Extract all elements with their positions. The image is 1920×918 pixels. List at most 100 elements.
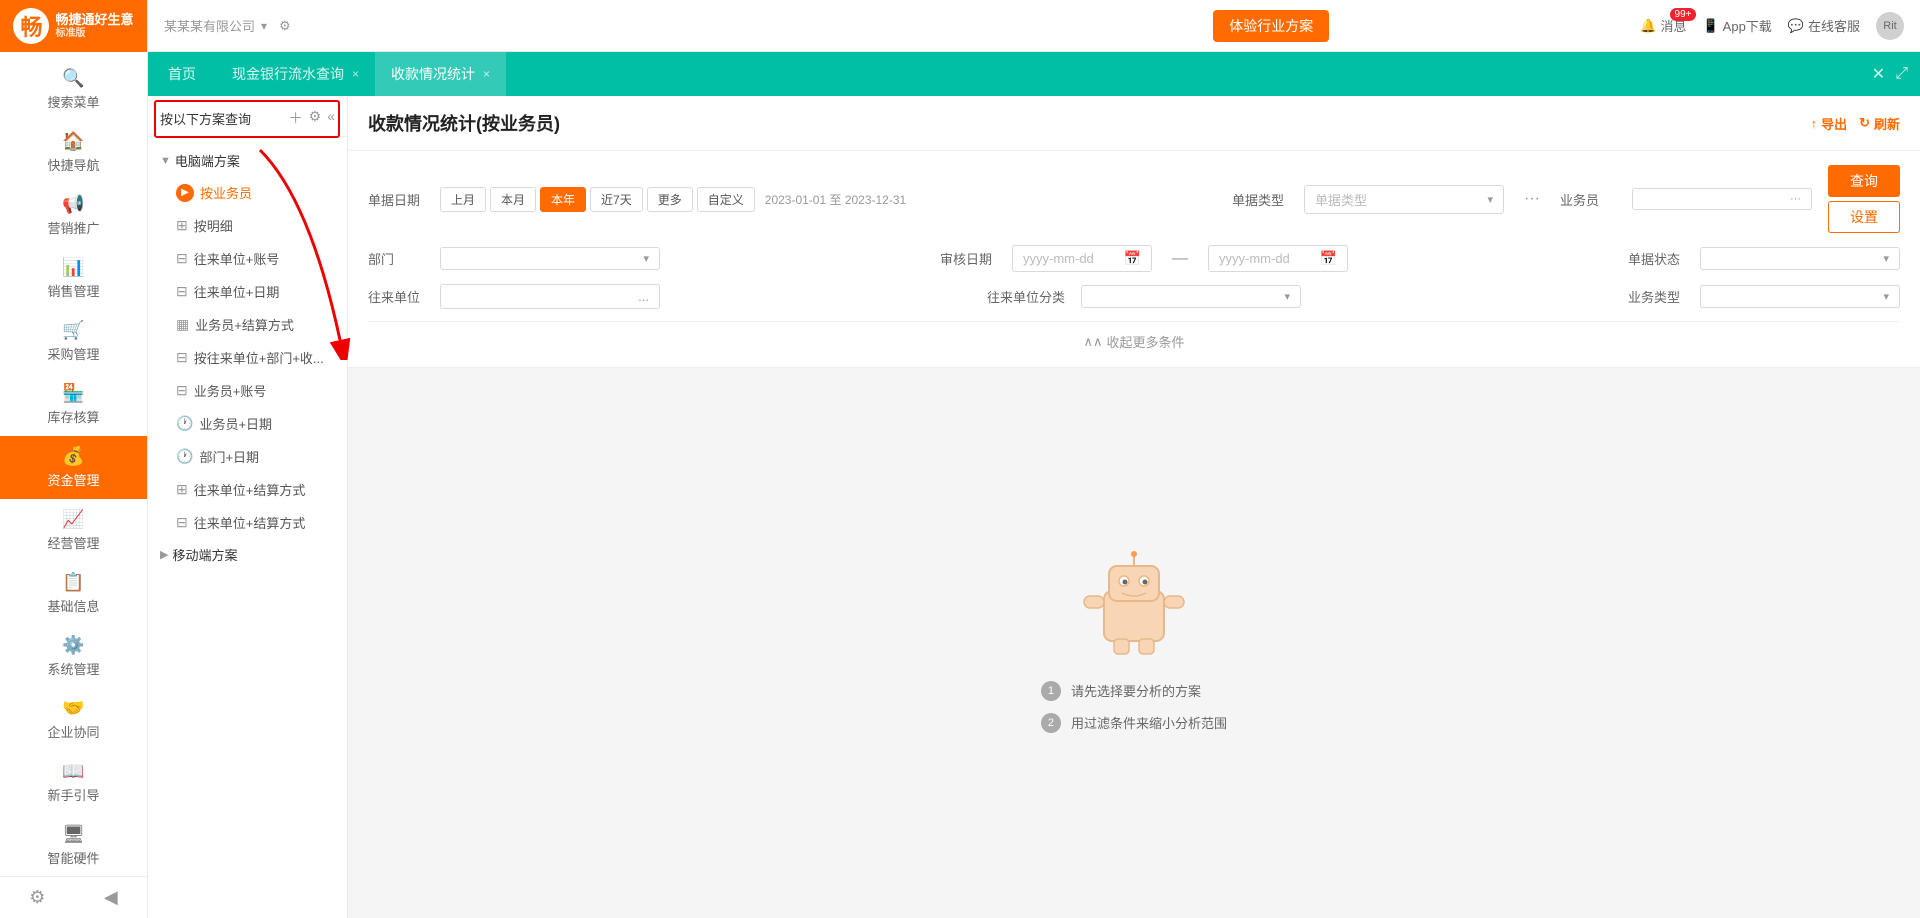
company-dropdown-icon[interactable]: ▾ [261,19,267,33]
sidebar-item-search-menu[interactable]: 🔍 搜索菜单 [0,58,147,121]
date-btn-custom[interactable]: 自定义 [697,187,755,212]
business-type-select[interactable]: ▾ [1700,285,1900,308]
scheme-item-label: 按业务员 [200,183,252,202]
left-panel: 按以下方案查询 ＋ ⚙ « ▼ 电脑端方案 ▶ 按业务员 [148,96,348,918]
scheme-table5-icon: ⊟ [176,514,188,531]
app-download-icon[interactable]: 📱 App下载 [1702,16,1771,35]
document-type-placeholder: 单据类型 [1315,190,1367,209]
online-service-icon[interactable]: 💬 在线客服 [1788,16,1860,35]
date-btn-7days[interactable]: 近7天 [590,187,643,212]
sidebar-item-label: 采购管理 [47,344,99,363]
scheme-item-salesman-settle[interactable]: ▦ 业务员+结算方式 [148,308,347,341]
salesman-select[interactable]: ··· [1632,188,1812,210]
refresh-button[interactable]: ↻ 刷新 [1859,114,1900,133]
sidebar-settings-icon[interactable]: ⚙ [29,887,45,908]
scheme-collapse-icon[interactable]: « [327,108,335,128]
message-icon[interactable]: 🔔 消息 99+ [1640,16,1686,35]
date-btn-this-year[interactable]: 本年 [540,187,586,212]
settings-button[interactable]: 设置 [1828,201,1900,233]
step-1-num: 1 [1041,681,1061,701]
scheme-item-counterpart-dept-collect[interactable]: ⊟ 按往来单位+部门+收... [148,341,347,374]
marketing-icon: 📢 [62,194,84,215]
add-scheme-icon[interactable]: ＋ [289,108,303,128]
pc-scheme-group: ▼ 电脑端方案 ▶ 按业务员 ⊞ 按明细 ⊟ 往来单位+账号 [148,145,347,539]
review-date-to-input[interactable]: yyyy-mm-dd 📅 [1208,245,1348,272]
mobile-scheme-group-title[interactable]: ▶ 移动端方案 [148,539,347,570]
scheme-item-label: 按往来单位+部门+收... [194,348,324,367]
review-date-from-input[interactable]: yyyy-mm-dd 📅 [1012,245,1152,272]
sidebar-item-enterprise[interactable]: 🤝 企业协同 [0,688,147,751]
scheme-item-counterpart-settle[interactable]: ⊞ 往来单位+结算方式 [148,473,347,506]
sidebar-collapse-icon[interactable]: ◀ [104,887,118,908]
document-type-dots[interactable]: ··· [1524,190,1540,208]
document-type-select[interactable]: 单据类型 ▾ [1304,185,1504,214]
scheme-item-label: 按明细 [194,216,233,235]
message-count: 99+ [1670,8,1697,21]
sidebar-item-base-info[interactable]: 📋 基础信息 [0,562,147,625]
tab-receivable-stats[interactable]: 收款情况统计 × [375,52,506,96]
sidebar-item-hardware[interactable]: 🖥 智能硬件 [0,814,147,876]
enterprise-icon: 🤝 [62,698,84,719]
calendar-from-icon[interactable]: 📅 [1124,250,1141,267]
calendar-to-icon[interactable]: 📅 [1320,250,1337,267]
trial-button[interactable]: 体验行业方案 [1213,10,1329,42]
tab-home[interactable]: 首页 [148,52,216,96]
sidebar-item-sales[interactable]: 📊 销售管理 [0,247,147,310]
sidebar-item-quick-nav[interactable]: 🏠 快捷导航 [0,121,147,184]
base-info-icon: 📋 [62,572,84,593]
counterpart-input[interactable]: ... [440,284,660,309]
filter-row-3: 往来单位 ... 往来单位分类 ▾ 业务类型 ▾ [368,284,1900,309]
scheme-item-salesman-date[interactable]: 🕐 业务员+日期 [148,407,347,440]
top-header: 某某某有限公司 ▾ ⚙ 体验行业方案 🔔 消息 99+ 📱 App下载 💬 在线… [148,0,1920,52]
scheme-bar-icon: ▦ [176,316,189,333]
sidebar-item-purchase[interactable]: 🛒 采购管理 [0,310,147,373]
lph-icons: ＋ ⚙ « [289,108,335,128]
scheme-item-label: 部门+日期 [199,447,259,466]
tab-receivable-stats-close-icon[interactable]: × [483,67,490,81]
sidebar-item-marketing[interactable]: 📢 营销推广 [0,184,147,247]
pc-scheme-group-title[interactable]: ▼ 电脑端方案 [148,145,347,176]
empty-step-2: 2 用过滤条件来缩小分析范围 [1041,713,1227,733]
scheme-item-counterpart-account[interactable]: ⊟ 往来单位+账号 [148,242,347,275]
mobile-scheme-arrow-icon: ▶ [160,548,168,561]
scheme-item-salesman-account[interactable]: ⊟ 业务员+账号 [148,374,347,407]
page-title-actions: ↑ 导出 ↻ 刷新 [1811,114,1900,133]
scheme-item-counterpart-settle2[interactable]: ⊟ 往来单位+结算方式 [148,506,347,539]
settings-icon[interactable]: ⚙ [279,18,291,34]
tab-maximize-icon[interactable]: ⤢ [1895,65,1908,83]
counterpart-category-select[interactable]: ▾ [1081,285,1301,308]
date-btn-more[interactable]: 更多 [647,187,693,212]
scheme-item-by-detail[interactable]: ⊞ 按明细 [148,209,347,242]
user-avatar[interactable]: Rit [1876,12,1904,40]
sidebar-item-label: 智能硬件 [47,848,99,867]
sidebar-item-operation[interactable]: 📈 经营管理 [0,499,147,562]
scheme-clock2-icon: 🕐 [176,448,193,465]
sidebar-item-system[interactable]: ⚙️ 系统管理 [0,625,147,688]
department-select[interactable]: ▾ [440,247,660,270]
scheme-item-by-salesman[interactable]: ▶ 按业务员 [148,176,347,209]
tab-bank-flow-close-icon[interactable]: × [352,67,359,81]
sidebar-item-guide[interactable]: 📖 新手引导 [0,751,147,814]
date-btn-last-month[interactable]: 上月 [440,187,486,212]
collapse-bar[interactable]: ∧∧ 收起更多条件 [368,321,1900,361]
sidebar-item-finance[interactable]: 💰 资金管理 [0,436,147,499]
hardware-icon: 🖥 [62,824,85,845]
operation-icon: 📈 [62,509,84,530]
document-type-arrow-icon: ▾ [1487,193,1493,206]
counterpart-category-arrow-icon: ▾ [1284,290,1290,303]
document-status-select[interactable]: ▾ [1700,247,1900,270]
query-button[interactable]: 查询 [1828,165,1900,197]
date-btn-this-month[interactable]: 本月 [490,187,536,212]
tab-bank-flow[interactable]: 现金银行流水查询 × [216,52,375,96]
company-name: 某某某有限公司 [164,16,255,35]
left-panel-header: 按以下方案查询 ＋ ⚙ « [148,96,347,137]
tab-close-all-icon[interactable]: ✕ [1872,64,1885,84]
counterpart-dots-icon[interactable]: ... [638,289,649,304]
sidebar-footer: ⚙ ◀ [0,876,147,918]
scheme-item-dept-date[interactable]: 🕐 部门+日期 [148,440,347,473]
document-status-label: 单据状态 [1628,249,1684,268]
export-button[interactable]: ↑ 导出 [1811,114,1848,133]
sidebar-item-inventory[interactable]: 🏪 库存核算 [0,373,147,436]
scheme-item-counterpart-date[interactable]: ⊟ 往来单位+日期 [148,275,347,308]
scheme-settings-icon[interactable]: ⚙ [309,108,322,128]
